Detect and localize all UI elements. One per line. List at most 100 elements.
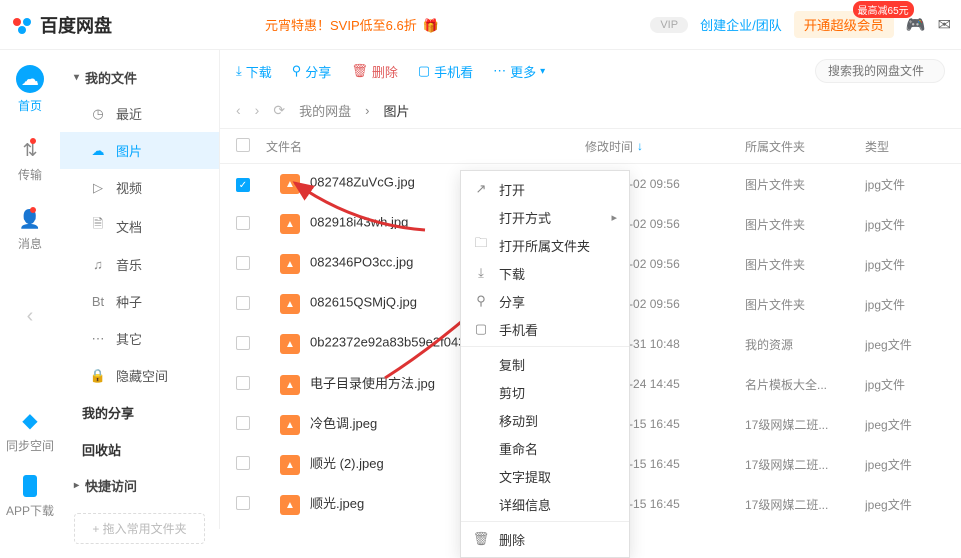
file-name: 082615QSMjQ.jpg: [310, 295, 417, 310]
row-checkbox[interactable]: [236, 256, 250, 270]
sidebar-item-doc[interactable]: 🗎文档: [60, 206, 219, 246]
left-rail: ☁ 首页 ⇅ 传输 👤 消息 ‹ ◆ 同步空间 APP下载: [0, 50, 60, 529]
image-file-icon: ▲: [280, 495, 300, 515]
sidebar: ▾ 我的文件 ◷最近☁图片▷视频🗎文档♫音乐Bt种子⋯其它🔒隐藏空间 我的分享 …: [60, 50, 220, 529]
sidebar-item-label: 音乐: [116, 255, 142, 274]
row-checkbox[interactable]: [236, 376, 250, 390]
logo-area[interactable]: 百度网盘: [10, 12, 225, 38]
svip-button[interactable]: 开通超级会员 最高减65元: [794, 11, 894, 38]
rail-collapse[interactable]: ‹: [27, 305, 34, 328]
share-button[interactable]: ⚲分享: [292, 62, 332, 81]
rail-message[interactable]: 👤 消息: [18, 207, 42, 252]
image-file-icon: ▲: [280, 415, 300, 435]
ctx-手机看[interactable]: ▢手机看: [461, 315, 629, 343]
vip-badge[interactable]: VIP: [650, 17, 688, 33]
sidebar-item-cloud[interactable]: ☁图片: [60, 132, 219, 169]
sidebar-item-clock[interactable]: ◷最近: [60, 95, 219, 132]
row-checkbox[interactable]: [236, 216, 250, 230]
file-folder: 图片文件夹: [745, 256, 865, 273]
ctx-复制[interactable]: 复制: [461, 350, 629, 378]
enterprise-link[interactable]: 创建企业/团队: [700, 15, 782, 34]
sidebar-section-quick[interactable]: ▸ 快捷访问: [60, 468, 219, 503]
sidebar-item-label: 最近: [116, 104, 142, 123]
mobile-button[interactable]: ▢手机看: [418, 62, 473, 81]
col-type[interactable]: 类型: [865, 138, 945, 155]
phone-icon: [23, 475, 37, 497]
row-checkbox[interactable]: [236, 296, 250, 310]
ctx-剪切[interactable]: 剪切: [461, 378, 629, 406]
ctx-重命名[interactable]: 重命名: [461, 434, 629, 462]
sidebar-section-myfiles[interactable]: ▾ 我的文件: [60, 60, 219, 95]
crumb-current[interactable]: 图片: [383, 101, 409, 120]
ctx-label: 文字提取: [499, 467, 551, 486]
sidebar-item-myshare[interactable]: 我的分享: [60, 394, 219, 431]
nav-back[interactable]: ‹: [236, 102, 241, 118]
gift-icon: 🎁: [423, 18, 439, 33]
crumb-root[interactable]: 我的网盘: [299, 101, 351, 120]
play-icon: ▷: [90, 180, 106, 196]
ctx-移动到[interactable]: 移动到: [461, 406, 629, 434]
sidebar-item-recycle[interactable]: 回收站: [60, 431, 219, 468]
ctx-label: 打开方式: [499, 208, 551, 227]
row-checkbox[interactable]: ✓: [236, 178, 250, 192]
col-time[interactable]: 修改时间↓: [585, 138, 745, 155]
file-name: 电子目录使用方法.jpg: [310, 376, 435, 391]
nav-refresh[interactable]: ⟳: [273, 102, 285, 119]
sidebar-item-dots[interactable]: ⋯ 其它: [60, 320, 219, 357]
folder-icon: 🗀: [473, 234, 489, 256]
file-folder: 图片文件夹: [745, 296, 865, 313]
ctx-打开方式[interactable]: 打开方式 ▸: [461, 203, 629, 231]
rail-sync[interactable]: ◆ 同步空间: [6, 409, 54, 454]
download-icon: ⤓: [236, 63, 242, 79]
ctx-label: 分享: [499, 292, 525, 311]
col-name[interactable]: 文件名: [266, 138, 585, 155]
file-name: 顺光 (2).jpeg: [310, 456, 384, 471]
row-checkbox[interactable]: [236, 416, 250, 430]
ctx-打开所属文件夹[interactable]: 🗀打开所属文件夹: [461, 231, 629, 259]
image-file-icon: ▲: [280, 174, 300, 194]
ctx-label: 剪切: [499, 383, 525, 402]
sidebar-item-label: 其它: [116, 329, 142, 348]
ctx-下载[interactable]: ⤓下载: [461, 259, 629, 287]
image-file-icon: ▲: [280, 334, 300, 354]
ctx-详细信息[interactable]: 详细信息: [461, 490, 629, 518]
sidebar-item-play[interactable]: ▷视频: [60, 169, 219, 206]
ctx-打开[interactable]: ↗打开: [461, 175, 629, 203]
promo-text[interactable]: 元宵特惠！SVIP低至6.6折🎁: [265, 15, 439, 34]
sidebar-item-music[interactable]: ♫音乐: [60, 246, 219, 283]
file-type: jpeg文件: [865, 456, 945, 473]
search-input[interactable]: [815, 59, 945, 83]
sidebar-item-bt[interactable]: Bt种子: [60, 283, 219, 320]
file-name: 顺光.jpeg: [310, 496, 364, 511]
delete-button[interactable]: 🗑删除: [351, 62, 398, 81]
nav-forward[interactable]: ›: [255, 102, 260, 118]
ctx-label: 下载: [499, 264, 525, 283]
rail-app[interactable]: APP下载: [6, 474, 54, 519]
col-folder[interactable]: 所属文件夹: [745, 138, 865, 155]
mail-icon[interactable]: ✉: [938, 15, 951, 35]
sidebar-item-lock[interactable]: 🔒隐藏空间: [60, 357, 219, 394]
trash-icon: 🗑: [473, 531, 489, 547]
rail-transfer[interactable]: ⇅ 传输: [18, 138, 42, 183]
row-checkbox[interactable]: [236, 336, 250, 350]
chevron-right-icon: ▸: [611, 211, 617, 224]
badge-dot: [30, 207, 36, 213]
bt-icon: Bt: [90, 294, 106, 309]
rail-home[interactable]: ☁ 首页: [16, 65, 44, 114]
select-all-checkbox[interactable]: [236, 138, 250, 152]
more-button[interactable]: ⋯更多 ▾: [493, 62, 545, 81]
sidebar-item-label: 文档: [116, 217, 142, 236]
row-checkbox[interactable]: [236, 456, 250, 470]
toolbar: ⤓下载 ⚲分享 🗑删除 ▢手机看 ⋯更多 ▾: [220, 50, 961, 92]
download-button[interactable]: ⤓下载: [236, 62, 272, 81]
lock-icon: 🔒: [90, 368, 106, 384]
ctx-分享[interactable]: ⚲分享: [461, 287, 629, 315]
brand-text: 百度网盘: [40, 12, 112, 38]
menu-separator: [461, 521, 629, 522]
row-checkbox[interactable]: [236, 496, 250, 510]
ctx-文字提取[interactable]: 文字提取: [461, 462, 629, 490]
dots-icon: ⋯: [90, 331, 106, 347]
ctx-删除[interactable]: 🗑删除: [461, 525, 629, 553]
cloud-icon: ☁: [16, 65, 44, 93]
ctx-label: 详细信息: [499, 495, 551, 514]
